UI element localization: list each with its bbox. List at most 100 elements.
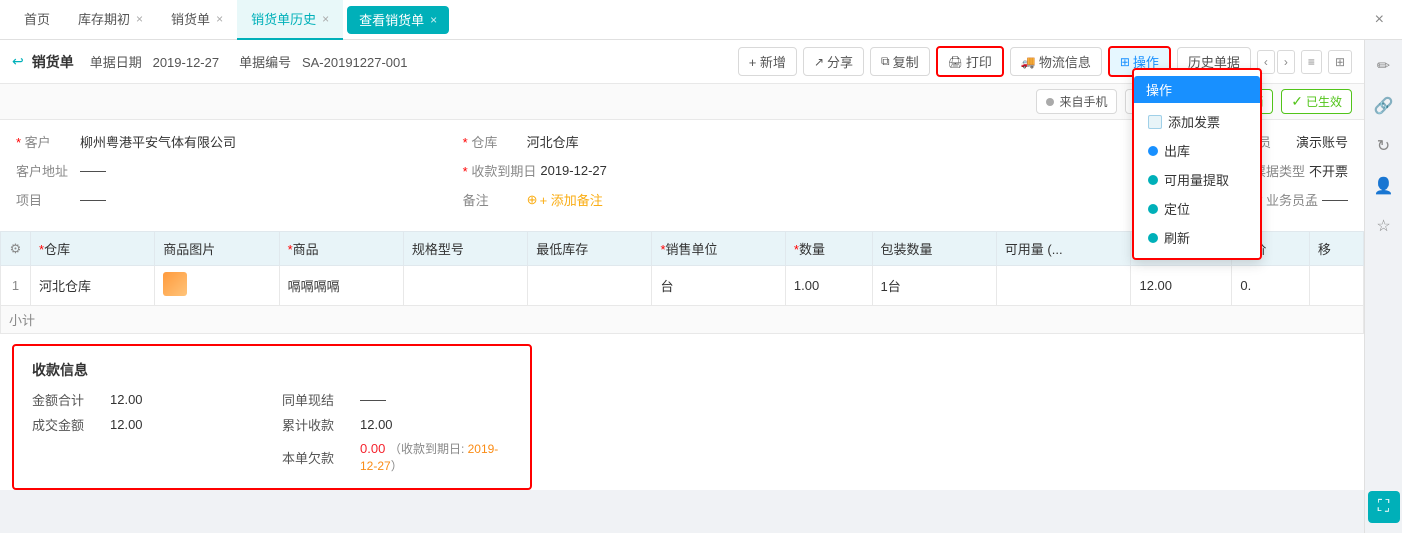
ticket-type-group: 票据类型 不开票: [909, 161, 1348, 180]
row-product: 嗝嗝嗝嗝: [279, 266, 403, 306]
new-button[interactable]: + 新增: [738, 47, 797, 76]
view-grid-button[interactable]: ⊞: [1328, 50, 1352, 74]
doc-icon: ↩: [12, 53, 24, 70]
tab-bar: 首页 库存期初 × 销货单 × 销货单历史 × 查看销货单 × ×: [0, 0, 1402, 40]
tab-inventory-init[interactable]: 库存期初 ×: [64, 0, 157, 40]
print-button[interactable]: 🖨 打印: [936, 46, 1004, 77]
row-spec: [403, 266, 527, 306]
from-phone-button[interactable]: 来自手机: [1036, 89, 1117, 114]
row-available: [996, 266, 1131, 306]
dropdown-available-qty[interactable]: 可用量提取: [1134, 165, 1260, 194]
sidebar-user-icon[interactable]: 👤: [1368, 170, 1400, 202]
right-sidebar: ✏ 🔗 ↻ 👤 ☆ ⛶: [1364, 40, 1402, 533]
project-label: 项目: [16, 190, 76, 209]
col-gear[interactable]: ⚙: [1, 232, 31, 266]
dropdown-header: 操作: [1134, 76, 1260, 103]
logistics-button[interactable]: 🚚 物流信息: [1010, 47, 1102, 76]
ticket-type-value: 不开票: [1309, 161, 1348, 180]
payment-arrears-label: 本单欠款: [282, 448, 352, 467]
row-product-img: [155, 266, 279, 306]
col-pack-qty: 包装数量: [872, 232, 996, 266]
global-close-button[interactable]: ×: [1367, 11, 1392, 29]
payment-transaction-label: 成交金额: [32, 415, 102, 434]
sidebar-refresh-icon[interactable]: ↻: [1368, 130, 1400, 162]
row-sales-unit: 台: [652, 266, 785, 306]
address-label: 客户地址: [16, 161, 76, 180]
customer-label: 客户: [16, 132, 76, 151]
view-list-button[interactable]: ≡: [1301, 50, 1322, 74]
row-unit-price: 0.: [1232, 266, 1309, 306]
effective-icon: ✓: [1291, 93, 1303, 110]
note-label: 备注: [463, 190, 523, 209]
share-button[interactable]: ↗ 分享: [803, 47, 864, 76]
dropdown-outbound[interactable]: 出库: [1134, 136, 1260, 165]
project-group: 项目 ——: [16, 190, 455, 209]
col-more: 移: [1309, 232, 1363, 266]
payment-total-row: 金额合计 12.00: [32, 390, 262, 409]
payment-grid: 金额合计 12.00 同单现结 —— 成交金额 12.00 累计收款 12.00: [32, 390, 512, 474]
sidebar-edit-icon[interactable]: ✏: [1368, 50, 1400, 82]
business-staff-label: 业务员孟: [1257, 190, 1318, 209]
due-date-group: 收款到期日 2019-12-27: [463, 161, 902, 180]
warehouse-group: 仓库 河北仓库: [463, 132, 902, 151]
payment-title: 收款信息: [32, 360, 512, 380]
locate-icon: [1148, 204, 1158, 214]
tab-sales-order[interactable]: 销货单 ×: [157, 0, 237, 40]
table-row: 1 河北仓库 嗝嗝嗝嗝 台 1.00 1台 12.00 0.: [1, 266, 1364, 306]
address-group: 客户地址 ——: [16, 161, 455, 180]
add-invoice-icon: [1148, 115, 1162, 129]
dropdown-refresh[interactable]: 刷新: [1134, 223, 1260, 252]
dropdown-locate[interactable]: 定位: [1134, 194, 1260, 223]
subtotal-row: 小计: [1, 306, 1364, 334]
nav-next-button[interactable]: ›: [1277, 50, 1295, 74]
tab-close-sales[interactable]: ×: [216, 12, 223, 26]
operations-dropdown: 操作 添加发票 出库 可用量提取 定位 刷新: [1132, 68, 1262, 260]
payment-cumulative-value: 12.00: [360, 417, 393, 432]
row-warehouse: 河北仓库: [31, 266, 155, 306]
doc-date-label: 单据日期 2019-12-27: [90, 52, 219, 71]
payment-transaction-value: 12.00: [110, 417, 143, 432]
payment-arrears-row: 本单欠款 0.00 （收款到期日: 2019-12-27）: [282, 440, 512, 474]
staff-value: 演示账号: [1296, 132, 1348, 151]
address-value: ——: [80, 163, 106, 178]
row-more: [1309, 266, 1363, 306]
sidebar-star-icon[interactable]: ☆: [1368, 210, 1400, 242]
sidebar-expand-icon[interactable]: ⛶: [1368, 491, 1400, 523]
tab-view-sales[interactable]: 查看销货单 ×: [347, 6, 449, 34]
payment-box: 收款信息 金额合计 12.00 同单现结 —— 成交金额 12.00 累计收款 …: [12, 344, 532, 490]
refresh-icon: [1148, 233, 1158, 243]
warehouse-label: 仓库: [463, 132, 523, 151]
col-warehouse: *仓库: [31, 232, 155, 266]
tab-sales-history[interactable]: 销货单历史 ×: [237, 0, 343, 40]
row-num: 1: [1, 266, 31, 306]
col-available: 可用量 (...: [996, 232, 1131, 266]
payment-same-order-row: 同单现结 ——: [282, 390, 512, 409]
payment-total-value: 12.00: [110, 392, 143, 407]
payment-transaction-row: 成交金额 12.00: [32, 415, 262, 434]
tab-home[interactable]: 首页: [10, 0, 64, 40]
effective-button[interactable]: ✓ 已生效: [1281, 89, 1352, 114]
tab-close-inventory[interactable]: ×: [136, 12, 143, 26]
from-phone-icon: [1046, 98, 1054, 106]
tab-close-view[interactable]: ×: [430, 13, 437, 27]
due-date-value: 2019-12-27: [540, 163, 607, 178]
payment-cumulative-row: 累计收款 12.00: [282, 415, 512, 434]
col-sales-unit: *销售单位: [652, 232, 785, 266]
business-staff-value: ——: [1322, 192, 1348, 207]
row-quantity: 1.00: [785, 266, 872, 306]
col-quantity: *数量: [785, 232, 872, 266]
add-note-button[interactable]: ⊕ + 添加备注: [527, 190, 603, 209]
due-date-label: 收款到期日: [463, 161, 537, 180]
outbound-icon: [1148, 146, 1158, 156]
subtotal-label: 小计: [1, 306, 1364, 334]
tab-close-history[interactable]: ×: [322, 12, 329, 26]
warehouse-value: 河北仓库: [527, 132, 579, 151]
col-min-stock: 最低库存: [528, 232, 652, 266]
available-qty-icon: [1148, 175, 1158, 185]
dropdown-add-invoice[interactable]: 添加发票: [1134, 107, 1260, 136]
copy-button[interactable]: ⧉ 复制: [870, 47, 930, 76]
payment-cumulative-label: 累计收款: [282, 415, 352, 434]
row-pack-qty: 1台: [872, 266, 996, 306]
product-image: [163, 272, 187, 296]
sidebar-link-icon[interactable]: 🔗: [1368, 90, 1400, 122]
